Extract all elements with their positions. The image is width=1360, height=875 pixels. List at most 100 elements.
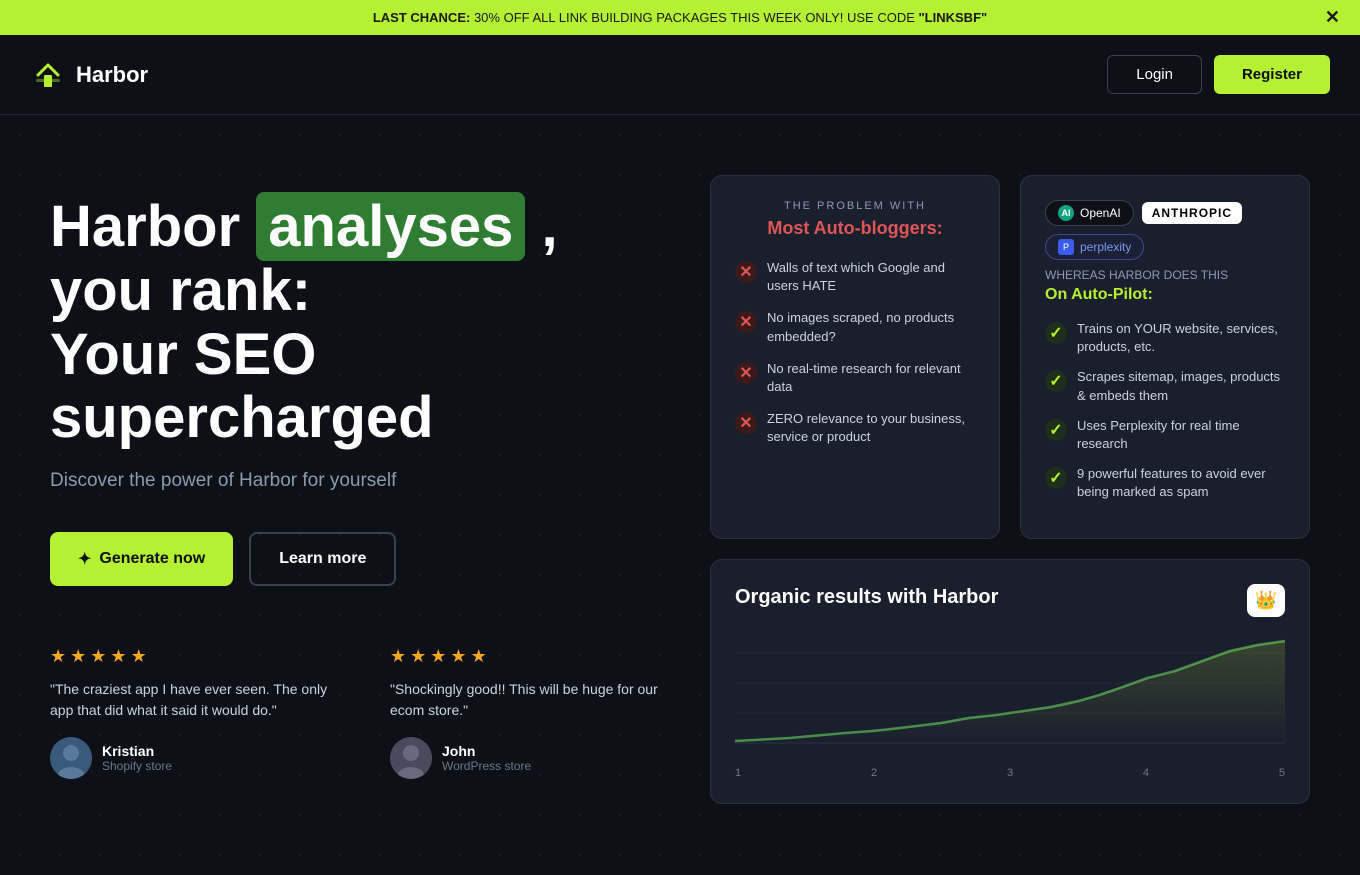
feature-item-3: ✓ Uses Perplexity for real time research: [1045, 417, 1285, 453]
problem-card: THE PROBLEM WITH Most Auto-bloggers: ✕ W…: [710, 175, 1000, 539]
check-icon-4: ✓: [1045, 467, 1067, 489]
problem-items: ✕ Walls of text which Google and users H…: [735, 259, 975, 447]
chart-container: [735, 633, 1285, 763]
register-button[interactable]: Register: [1214, 55, 1330, 94]
problem-x-icon-4: ✕: [735, 412, 757, 434]
check-icon-1: ✓: [1045, 322, 1067, 344]
problem-x-icon-2: ✕: [735, 311, 757, 333]
reviewer-1-store: Shopify store: [102, 759, 172, 773]
reviewer-2-info: John WordPress store: [442, 743, 531, 773]
organic-header: Organic results with Harbor 👑: [735, 584, 1285, 617]
chart-labels: 1 2 3 4 5: [735, 767, 1285, 779]
perplexity-icon: P: [1058, 239, 1074, 255]
close-announcement-button[interactable]: ✕: [1325, 7, 1340, 28]
right-column: THE PROBLEM WITH Most Auto-bloggers: ✕ W…: [710, 175, 1310, 835]
review-1-stars: ★ ★ ★ ★ ★: [50, 646, 330, 667]
reviewer-1: Kristian Shopify store: [50, 737, 330, 779]
left-column: Harbor analyses , you rank: Your SEO sup…: [50, 175, 670, 835]
chart-label-4: 4: [1143, 767, 1149, 779]
review-card-2: ★ ★ ★ ★ ★ "Shockingly good!! This will b…: [390, 646, 670, 779]
reviewer-2-store: WordPress store: [442, 759, 531, 773]
problem-item-4: ✕ ZERO relevance to your business, servi…: [735, 410, 975, 446]
problem-text-1: Walls of text which Google and users HAT…: [767, 259, 975, 295]
right-panels: THE PROBLEM WITH Most Auto-bloggers: ✕ W…: [710, 175, 1310, 804]
chart-label-2: 2: [871, 767, 877, 779]
announcement-suffix: USE CODE: [847, 10, 919, 25]
star-4: ★: [450, 646, 466, 667]
generate-now-button[interactable]: ✦ Generate now: [50, 532, 233, 586]
review-2-text: "Shockingly good!! This will be huge for…: [390, 679, 670, 721]
chart-label-3: 3: [1007, 767, 1013, 779]
harbor-features-panel: AI OpenAI ANTHROPIC P perplexity WHEREAS…: [1020, 175, 1310, 539]
problem-item-1: ✕ Walls of text which Google and users H…: [735, 259, 975, 295]
reviewer-1-name: Kristian: [102, 743, 172, 759]
star-1: ★: [390, 646, 406, 667]
feature-item-1: ✓ Trains on YOUR website, services, prod…: [1045, 320, 1285, 356]
header-actions: Login Register: [1107, 55, 1330, 94]
logo-text: Harbor: [76, 62, 148, 88]
star-4: ★: [110, 646, 126, 667]
problem-x-icon-3: ✕: [735, 362, 757, 384]
hero-title: Harbor analyses , you rank: Your SEO sup…: [50, 195, 670, 450]
whereas-text: WHEREAS HARBOR DOES THIS: [1045, 268, 1285, 282]
feature-item-4: ✓ 9 powerful features to avoid ever bein…: [1045, 465, 1285, 501]
problem-title: Most Auto-bloggers:: [735, 218, 975, 239]
star-5: ★: [471, 646, 487, 667]
announcement-prefix: LAST CHANCE:: [373, 10, 471, 25]
problem-item-3: ✕ No real-time research for relevant dat…: [735, 360, 975, 396]
organic-chart: [735, 633, 1285, 763]
reviewer-2-name: John: [442, 743, 531, 759]
perplexity-badge: P perplexity: [1045, 234, 1144, 260]
main-content: Harbor analyses , you rank: Your SEO sup…: [0, 115, 1360, 875]
hero-subtitle: Discover the power of Harbor for yoursel…: [50, 470, 670, 492]
anthropic-badge: ANTHROPIC: [1142, 202, 1242, 224]
features-list: ✓ Trains on YOUR website, services, prod…: [1045, 320, 1285, 502]
problem-item-2: ✕ No images scraped, no products embedde…: [735, 309, 975, 345]
perplexity-label: perplexity: [1080, 240, 1131, 254]
sparkle-icon: ✦: [78, 549, 91, 569]
problem-text-4: ZERO relevance to your business, service…: [767, 410, 975, 446]
harbor-logo-icon: [30, 57, 66, 93]
chart-label-1: 1: [735, 767, 741, 779]
star-3: ★: [90, 646, 106, 667]
header: Harbor Login Register: [0, 35, 1360, 115]
problem-text-2: No images scraped, no products embedded?: [767, 309, 975, 345]
problem-text-3: No real-time research for relevant data: [767, 360, 975, 396]
star-3: ★: [430, 646, 446, 667]
check-icon-2: ✓: [1045, 370, 1067, 392]
problem-x-icon-1: ✕: [735, 261, 757, 283]
announcement-message: 30% OFF ALL LINK BUILDING PACKAGES THIS …: [474, 10, 843, 25]
organic-title: Organic results with Harbor: [735, 584, 998, 610]
logo: Harbor: [30, 57, 148, 93]
openai-icon: AI: [1058, 205, 1074, 221]
review-1-text: "The craziest app I have ever seen. The …: [50, 679, 330, 721]
review-card-1: ★ ★ ★ ★ ★ "The craziest app I have ever …: [50, 646, 330, 779]
chart-label-5: 5: [1279, 767, 1285, 779]
announcement-bar: LAST CHANCE: 30% OFF ALL LINK BUILDING P…: [0, 0, 1360, 35]
star-2: ★: [410, 646, 426, 667]
learn-more-button[interactable]: Learn more: [249, 532, 396, 586]
hero-title-highlight: analyses: [256, 192, 525, 261]
reviewer-1-info: Kristian Shopify store: [102, 743, 172, 773]
login-button[interactable]: Login: [1107, 55, 1202, 94]
hero-buttons: ✦ Generate now Learn more: [50, 532, 670, 586]
reviewer-2: John WordPress store: [390, 737, 670, 779]
organic-results-card: Organic results with Harbor 👑: [710, 559, 1310, 804]
feature-item-2: ✓ Scrapes sitemap, images, products & em…: [1045, 368, 1285, 404]
reviewer-2-avatar: [390, 737, 432, 779]
feature-text-2: Scrapes sitemap, images, products & embe…: [1077, 368, 1285, 404]
openai-label: OpenAI: [1080, 206, 1121, 220]
hero-title-part1: Harbor: [50, 194, 240, 259]
crown-badge: 👑: [1247, 584, 1285, 617]
reviews-section: ★ ★ ★ ★ ★ "The craziest app I have ever …: [50, 646, 670, 779]
feature-text-3: Uses Perplexity for real time research: [1077, 417, 1285, 453]
reviewer-1-avatar: [50, 737, 92, 779]
star-5: ★: [131, 646, 147, 667]
review-2-stars: ★ ★ ★ ★ ★: [390, 646, 670, 667]
feature-text-4: 9 powerful features to avoid ever being …: [1077, 465, 1285, 501]
announcement-code: "LINKSBF": [919, 10, 988, 25]
star-1: ★: [50, 646, 66, 667]
openai-badge: AI OpenAI: [1045, 200, 1134, 226]
hero-title-line2: Your SEO supercharged: [50, 322, 434, 451]
problem-label: THE PROBLEM WITH: [735, 200, 975, 212]
